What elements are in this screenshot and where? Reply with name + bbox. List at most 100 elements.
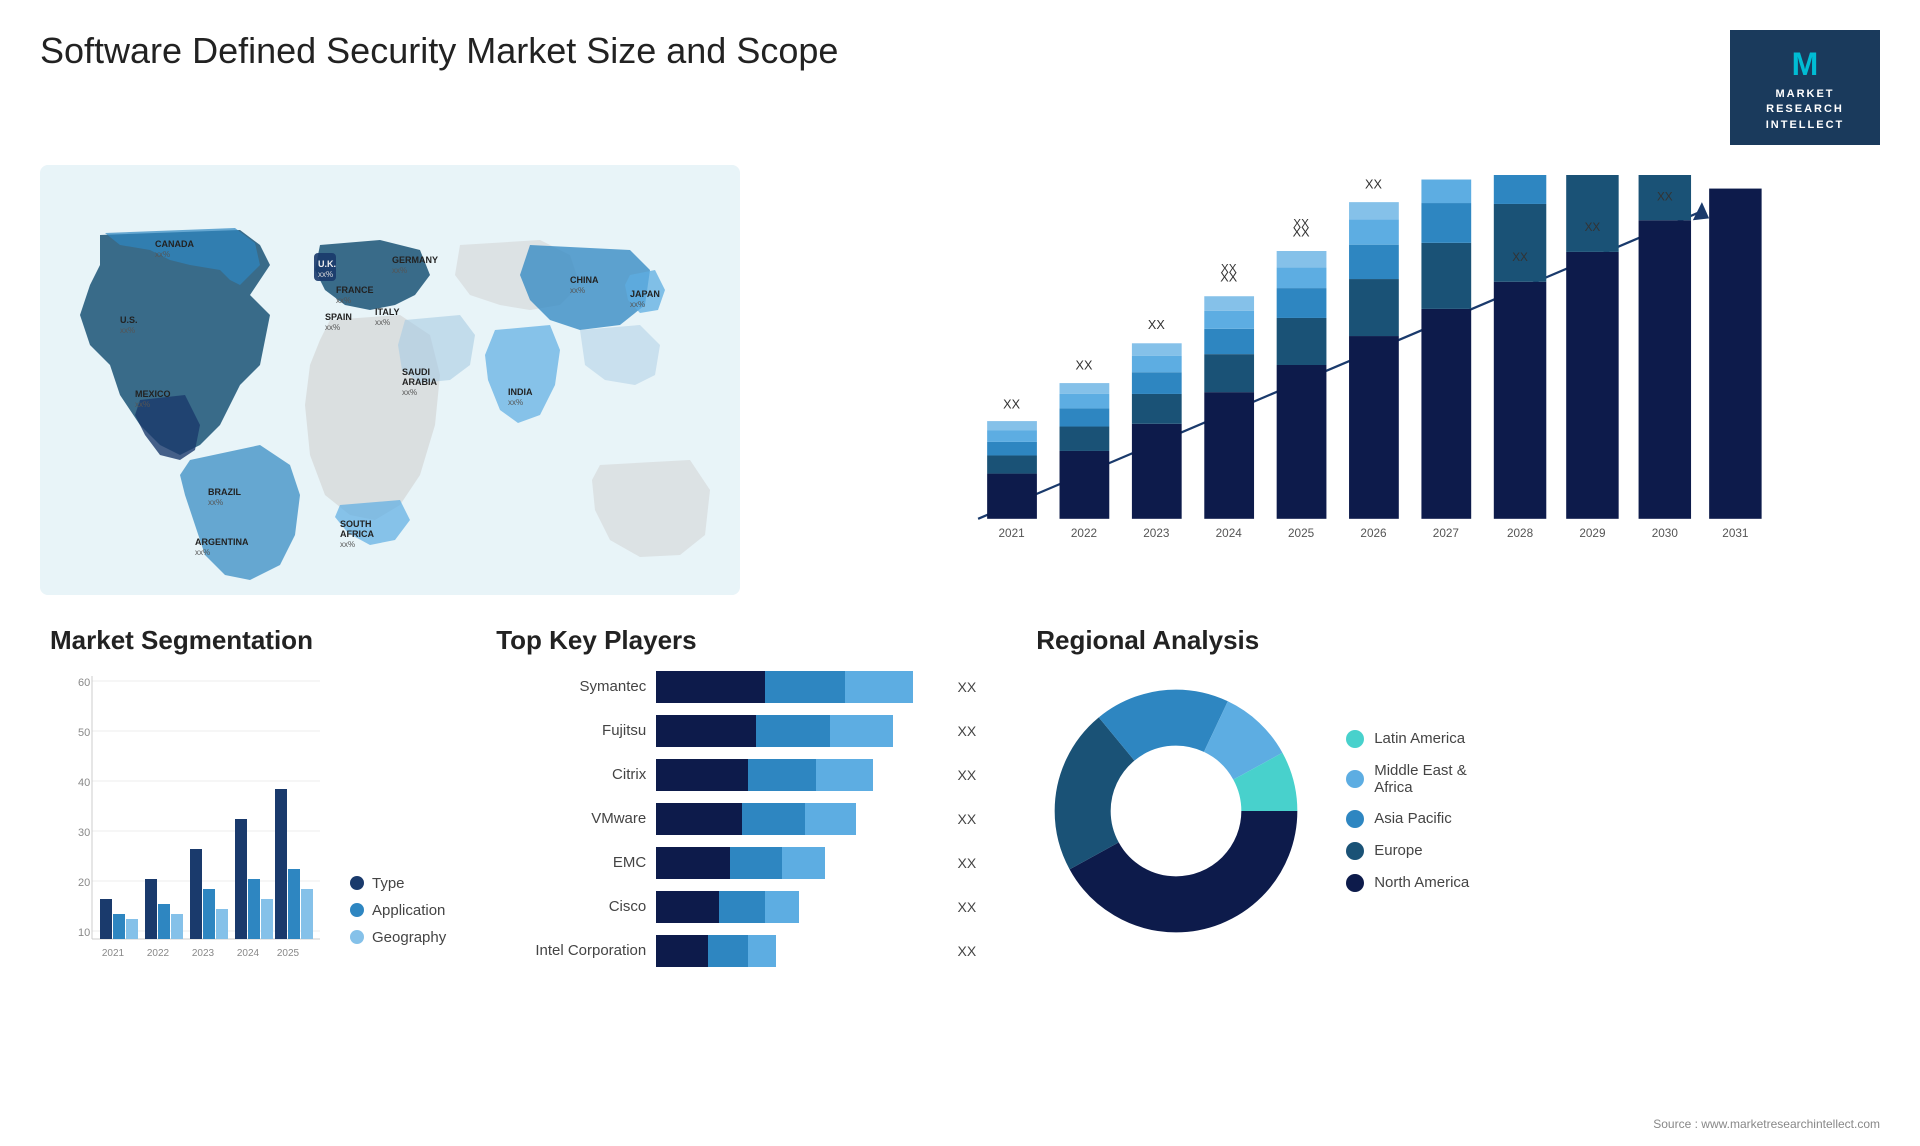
legend-dot-application <box>350 903 364 917</box>
legend-north-america: North America <box>1346 874 1469 892</box>
player-bar-fujitsu <box>656 715 941 747</box>
svg-text:INDIA: INDIA <box>508 387 533 397</box>
svg-text:AFRICA: AFRICA <box>340 529 374 539</box>
legend-europe: Europe <box>1346 842 1469 860</box>
page-title: Software Defined Security Market Size an… <box>40 30 838 72</box>
svg-text:FRANCE: FRANCE <box>336 285 374 295</box>
player-xx-cisco: XX <box>958 899 977 915</box>
svg-text:2024: 2024 <box>1216 527 1243 540</box>
dot-north-america <box>1346 874 1364 892</box>
player-name-vmware: VMware <box>496 810 646 827</box>
svg-text:XX: XX <box>1293 217 1309 230</box>
player-name-fujitsu: Fujitsu <box>496 722 646 739</box>
svg-text:ITALY: ITALY <box>375 307 400 317</box>
svg-text:xx%: xx% <box>325 323 340 332</box>
legend-dot-geography <box>350 930 364 944</box>
svg-text:xx%: xx% <box>120 326 135 335</box>
legend-label-geography: Geography <box>372 929 446 946</box>
world-map: CANADA xx% U.S. xx% MEXICO xx% BRAZIL xx… <box>40 165 740 595</box>
svg-text:10: 10 <box>78 927 90 939</box>
svg-text:xx%: xx% <box>195 548 210 557</box>
players-container: Top Key Players Symantec XX Fujitsu <box>476 615 996 1075</box>
svg-text:MEXICO: MEXICO <box>135 389 171 399</box>
svg-text:XX: XX <box>1512 251 1528 264</box>
svg-text:XX: XX <box>1365 178 1382 192</box>
legend-item-application: Application <box>350 902 446 919</box>
svg-text:xx%: xx% <box>392 266 407 275</box>
player-row-citrix: Citrix XX <box>496 759 976 791</box>
player-row-vmware: VMware XX <box>496 803 976 835</box>
players-title: Top Key Players <box>496 625 976 656</box>
svg-text:SOUTH: SOUTH <box>340 519 372 529</box>
svg-text:2022: 2022 <box>147 948 170 959</box>
player-bar-vmware <box>656 803 941 835</box>
svg-text:xx%: xx% <box>208 498 223 507</box>
dot-asia-pacific <box>1346 810 1364 828</box>
svg-text:U.K.: U.K. <box>318 259 336 269</box>
legend-label-application: Application <box>372 902 445 919</box>
player-xx-vmware: XX <box>958 811 977 827</box>
segmentation-chart-area: 60 50 40 30 20 10 <box>50 671 446 976</box>
player-bar-intel <box>656 935 941 967</box>
svg-text:2026: 2026 <box>1360 527 1387 540</box>
svg-text:GERMANY: GERMANY <box>392 255 438 265</box>
player-xx-emc: XX <box>958 855 977 871</box>
legend-asia-pacific: Asia Pacific <box>1346 810 1469 828</box>
logo: M MARKET RESEARCH INTELLECT <box>1730 30 1880 145</box>
svg-text:2029: 2029 <box>1579 527 1605 540</box>
regional-container: Regional Analysis <box>1016 615 1880 1075</box>
legend-middle-east-africa: Middle East &Africa <box>1346 762 1469 796</box>
segmentation-container: Market Segmentation 60 50 40 30 20 10 <box>40 615 456 1075</box>
svg-text:xx%: xx% <box>336 296 351 305</box>
player-row-fujitsu: Fujitsu XX <box>496 715 976 747</box>
svg-text:2025: 2025 <box>1288 527 1315 540</box>
svg-text:SAUDI: SAUDI <box>402 367 430 377</box>
svg-text:20: 20 <box>78 877 90 889</box>
segmentation-title: Market Segmentation <box>50 625 446 656</box>
player-row-symantec: Symantec XX <box>496 671 976 703</box>
svg-text:2022: 2022 <box>1071 527 1097 540</box>
svg-text:CHINA: CHINA <box>570 275 599 285</box>
legend-dot-type <box>350 876 364 890</box>
svg-text:2027: 2027 <box>1433 527 1459 540</box>
donut-legend-area: Latin America Middle East &Africa Asia P… <box>1036 671 1860 951</box>
svg-text:CANADA: CANADA <box>155 239 194 249</box>
dot-europe <box>1346 842 1364 860</box>
seg-svg-container: 60 50 40 30 20 10 <box>50 671 330 976</box>
donut-chart <box>1036 671 1316 951</box>
svg-text:2021: 2021 <box>102 948 125 959</box>
svg-text:XX: XX <box>1728 175 1744 178</box>
svg-text:2031: 2031 <box>1722 527 1748 540</box>
label-latin-america: Latin America <box>1374 730 1465 747</box>
label-middle-east-africa: Middle East &Africa <box>1374 762 1467 796</box>
legend-item-geography: Geography <box>350 929 446 946</box>
label-north-america: North America <box>1374 874 1469 891</box>
player-xx-intel: XX <box>958 943 977 959</box>
map-container: CANADA xx% U.S. xx% MEXICO xx% BRAZIL xx… <box>40 165 740 595</box>
label-asia-pacific: Asia Pacific <box>1374 810 1452 827</box>
player-bar-symantec <box>656 671 941 703</box>
logo-line1: MARKET <box>1746 87 1864 102</box>
page-container: Software Defined Security Market Size an… <box>0 0 1920 1146</box>
player-name-symantec: Symantec <box>496 678 646 695</box>
player-xx-citrix: XX <box>958 767 977 783</box>
player-xx-fujitsu: XX <box>958 723 977 739</box>
svg-text:xx%: xx% <box>508 398 523 407</box>
regional-legend: Latin America Middle East &Africa Asia P… <box>1346 730 1469 892</box>
svg-text:XX: XX <box>1221 263 1237 276</box>
svg-text:XX: XX <box>1585 221 1601 234</box>
dot-middle-east-africa <box>1346 770 1364 788</box>
svg-text:XX: XX <box>1148 318 1165 332</box>
player-name-citrix: Citrix <box>496 766 646 783</box>
svg-text:XX: XX <box>1076 358 1093 372</box>
svg-text:xx%: xx% <box>318 270 333 279</box>
player-row-cisco: Cisco XX <box>496 891 976 923</box>
segmentation-legend: Type Application Geography <box>350 875 446 976</box>
player-bar-citrix <box>656 759 941 791</box>
regional-title: Regional Analysis <box>1036 625 1860 656</box>
bar-chart-container: XX XX XX XX <box>760 165 1880 595</box>
svg-text:ARABIA: ARABIA <box>402 377 437 387</box>
header: Software Defined Security Market Size an… <box>40 30 1880 145</box>
legend-latin-america: Latin America <box>1346 730 1469 748</box>
svg-text:JAPAN: JAPAN <box>630 289 660 299</box>
